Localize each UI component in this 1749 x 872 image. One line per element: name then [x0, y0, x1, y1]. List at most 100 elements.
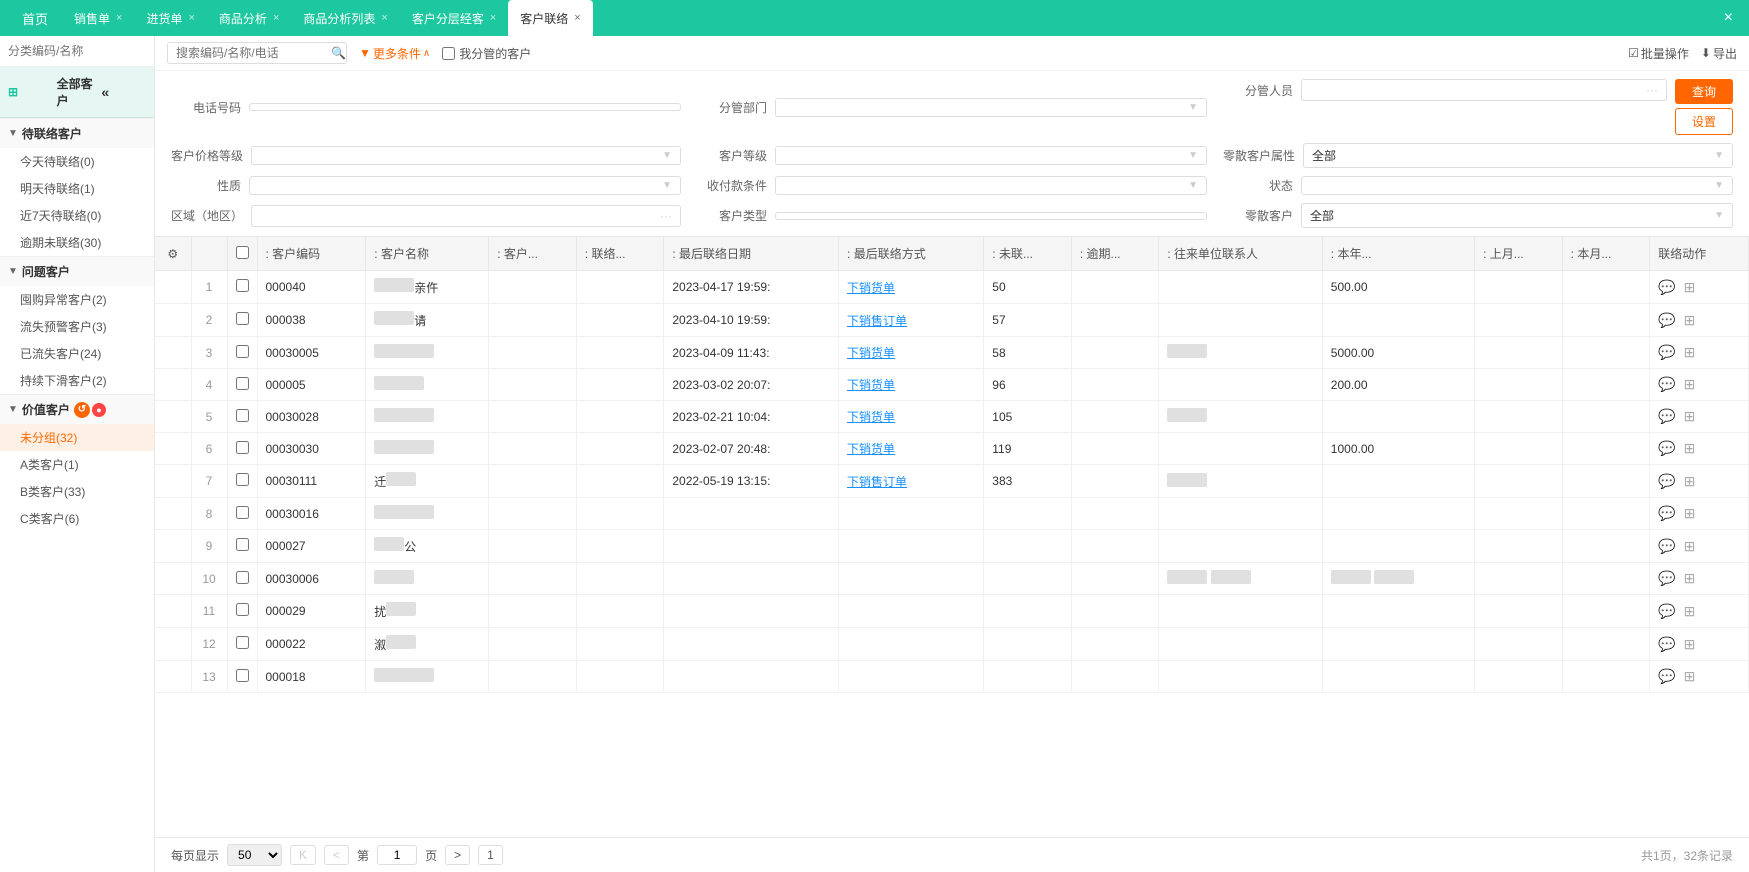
message-icon[interactable]: 💬 — [1658, 538, 1675, 555]
row-checkbox[interactable] — [236, 603, 249, 616]
page-size-select[interactable]: 50 100 200 — [227, 844, 282, 866]
row-checkbox[interactable] — [236, 669, 249, 682]
close-customer-tier-tab[interactable]: × — [490, 12, 496, 24]
select-all-checkbox[interactable] — [236, 246, 249, 259]
row-checkbox[interactable] — [236, 636, 249, 649]
scatter-attr-select[interactable]: 全部▼ — [1303, 143, 1733, 168]
row-checkbox[interactable] — [236, 377, 249, 390]
row-checkbox[interactable] — [236, 409, 249, 422]
status-select[interactable]: ▼ — [1301, 176, 1733, 195]
manager-input[interactable]: ··· — [1301, 79, 1667, 101]
contact-method-link[interactable]: 下销货单 — [847, 346, 895, 360]
grid-action-icon[interactable]: ⊞ — [1684, 440, 1696, 457]
sidebar-item-churn-warning[interactable]: 流失预警客户(3) — [0, 313, 154, 340]
col-checkbox[interactable] — [227, 237, 257, 271]
my-customers-checkbox[interactable]: 我分管的客户 — [442, 45, 531, 62]
tab-home[interactable]: 首页 — [8, 0, 62, 36]
price-tier-select[interactable]: ▼ — [251, 146, 681, 165]
td-checkbox[interactable] — [227, 498, 257, 530]
scatter-customer-select[interactable]: 全部▼ — [1301, 203, 1733, 228]
contact-method-link[interactable]: 下销货单 — [847, 378, 895, 392]
td-checkbox[interactable] — [227, 304, 257, 337]
phone-input[interactable] — [249, 103, 681, 111]
filter-search-input[interactable] — [176, 46, 331, 60]
message-icon[interactable]: 💬 — [1658, 668, 1675, 685]
grid-action-icon[interactable]: ⊞ — [1684, 538, 1696, 555]
dept-select[interactable]: ▼ — [775, 98, 1207, 117]
refresh-badge[interactable]: ↺ — [74, 402, 90, 418]
tab-customer-contact[interactable]: 客户联络 × — [508, 0, 592, 36]
col-settings[interactable]: ⚙ — [155, 237, 191, 271]
contact-method-link[interactable]: 下销货单 — [847, 442, 895, 456]
query-button[interactable]: 查询 — [1675, 79, 1733, 104]
td-checkbox[interactable] — [227, 563, 257, 595]
message-icon[interactable]: 💬 — [1658, 636, 1675, 653]
td-checkbox[interactable] — [227, 369, 257, 401]
close-sales-tab[interactable]: × — [116, 12, 122, 24]
sidebar-search-input[interactable] — [8, 44, 155, 58]
row-checkbox[interactable] — [236, 506, 249, 519]
row-checkbox[interactable] — [236, 538, 249, 551]
grid-action-icon[interactable]: ⊞ — [1684, 668, 1696, 685]
row-checkbox[interactable] — [236, 279, 249, 292]
close-customer-contact-tab[interactable]: × — [574, 12, 580, 24]
close-product-analysis-list-tab[interactable]: × — [381, 12, 387, 24]
my-customers-check[interactable] — [442, 47, 455, 60]
sidebar-section-value[interactable]: ▼ 价值客户 ↺ ● — [0, 394, 154, 424]
nature-select[interactable]: ▼ — [249, 176, 681, 195]
td-checkbox[interactable] — [227, 628, 257, 661]
customer-type-input[interactable] — [775, 212, 1207, 220]
close-product-analysis-tab[interactable]: × — [273, 12, 279, 24]
sidebar-item-class-a[interactable]: A类客户(1) — [0, 451, 154, 478]
grid-action-icon[interactable]: ⊞ — [1684, 636, 1696, 653]
sidebar-item-declining[interactable]: 持续下滑客户(2) — [0, 367, 154, 394]
sidebar-section-problem[interactable]: ▼ 问题客户 — [0, 256, 154, 286]
td-checkbox[interactable] — [227, 433, 257, 465]
grid-action-icon[interactable]: ⊞ — [1684, 279, 1696, 296]
td-checkbox[interactable] — [227, 337, 257, 369]
all-customers-header[interactable]: ⊞ 全部客户 « — [0, 67, 154, 118]
sidebar-item-today-pending[interactable]: 今天待联络(0) — [0, 148, 154, 175]
tab-sales[interactable]: 销售单 × — [62, 0, 134, 36]
tab-customer-tier[interactable]: 客户分层经客 × — [400, 0, 508, 36]
prev-page-button[interactable]: < — [324, 845, 349, 865]
message-icon[interactable]: 💬 — [1658, 505, 1675, 522]
tab-product-analysis-list[interactable]: 商品分析列表 × — [291, 0, 399, 36]
td-checkbox[interactable] — [227, 595, 257, 628]
row-checkbox[interactable] — [236, 312, 249, 325]
sidebar-item-churned[interactable]: 已流失客户(24) — [0, 340, 154, 367]
row-checkbox[interactable] — [236, 571, 249, 584]
sidebar-item-week-pending[interactable]: 近7天待联络(0) — [0, 202, 154, 229]
contact-method-link[interactable]: 下销售订单 — [847, 314, 907, 328]
row-checkbox[interactable] — [236, 345, 249, 358]
page-number-input[interactable] — [377, 845, 417, 865]
export-button[interactable]: ⬇ 导出 — [1701, 45, 1737, 62]
last-page-button[interactable]: 1 — [478, 845, 503, 865]
grid-action-icon[interactable]: ⊞ — [1684, 505, 1696, 522]
td-checkbox[interactable] — [227, 401, 257, 433]
payment-select[interactable]: ▼ — [775, 176, 1207, 195]
sidebar-item-class-c[interactable]: C类客户(6) — [0, 505, 154, 532]
message-icon[interactable]: 💬 — [1658, 570, 1675, 587]
tab-purchase[interactable]: 进货单 × — [134, 0, 206, 36]
sidebar-item-class-b[interactable]: B类客户(33) — [0, 478, 154, 505]
filter-search-icon[interactable]: 🔍 — [331, 46, 346, 60]
sidebar-item-overdue-pending[interactable]: 逾期未联络(30) — [0, 229, 154, 256]
more-conditions-button[interactable]: ▼ 更多条件 ∧ — [359, 45, 430, 62]
message-icon[interactable]: 💬 — [1658, 440, 1675, 457]
sidebar-item-hoarding[interactable]: 囤购异常客户(2) — [0, 286, 154, 313]
first-page-button[interactable]: K — [290, 845, 316, 865]
window-close-button[interactable]: × — [1716, 9, 1741, 27]
reset-button[interactable]: 设置 — [1675, 108, 1733, 135]
customer-tier-select[interactable]: ▼ — [775, 146, 1207, 165]
message-icon[interactable]: 💬 — [1658, 279, 1675, 296]
row-checkbox[interactable] — [236, 473, 249, 486]
sidebar-item-ungrouped[interactable]: 未分组(32) — [0, 424, 154, 451]
sidebar-section-pending[interactable]: ▼ 待联络客户 — [0, 118, 154, 148]
grid-action-icon[interactable]: ⊞ — [1684, 312, 1696, 329]
grid-action-icon[interactable]: ⊞ — [1684, 376, 1696, 393]
contact-method-link[interactable]: 下销售订单 — [847, 475, 907, 489]
td-checkbox[interactable] — [227, 465, 257, 498]
contact-method-link[interactable]: 下销货单 — [847, 410, 895, 424]
batch-ops-button[interactable]: ☑ 批量操作 — [1628, 45, 1689, 62]
